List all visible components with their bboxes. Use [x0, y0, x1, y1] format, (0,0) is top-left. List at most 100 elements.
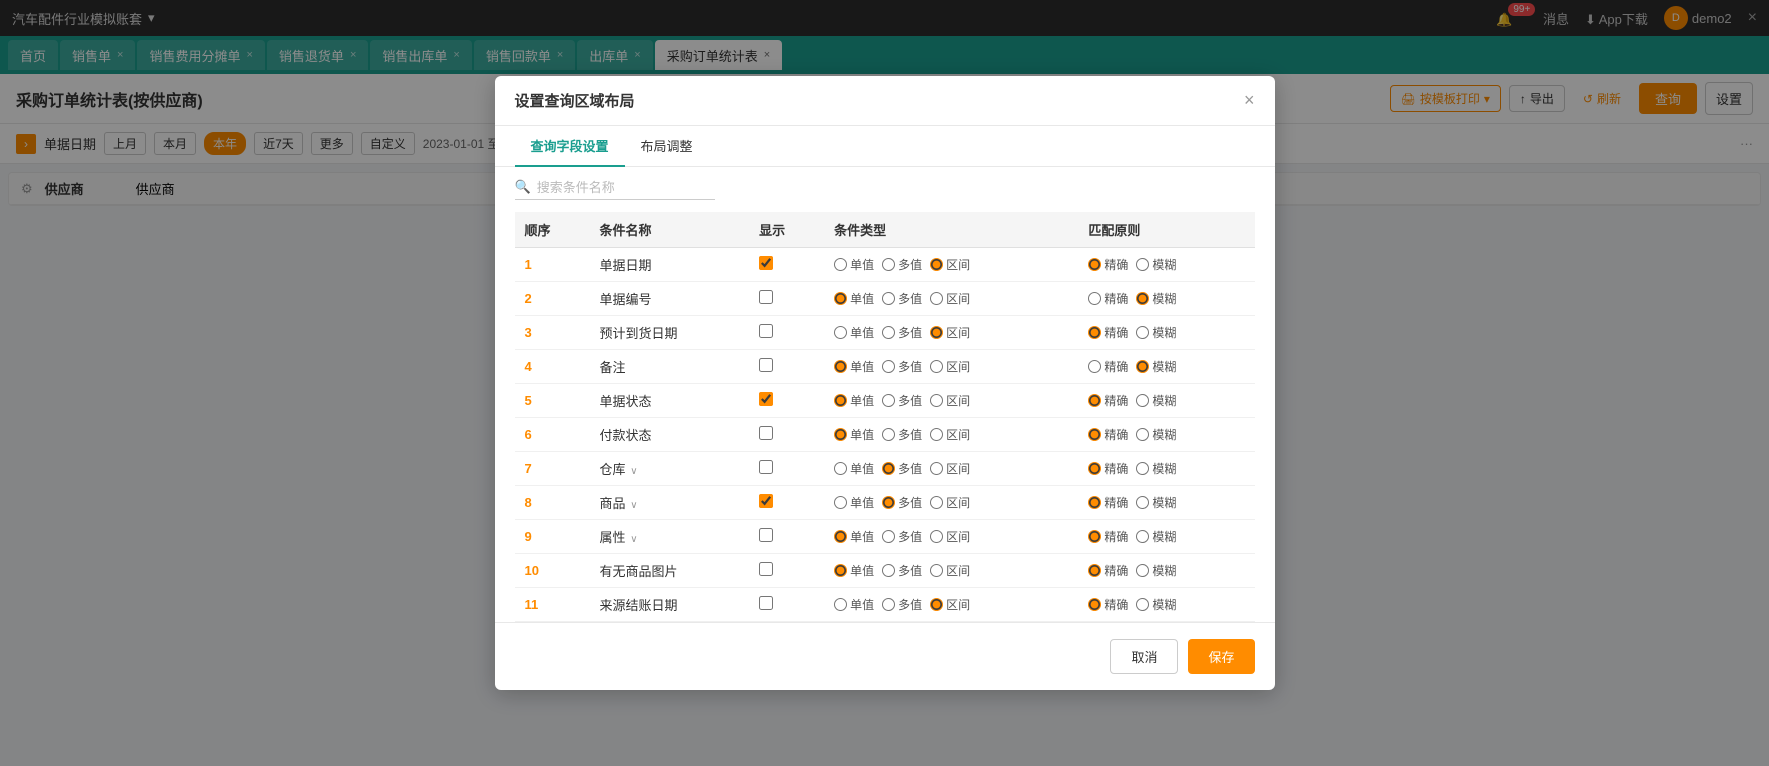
- row-number-value: 6: [525, 427, 532, 442]
- condition-type-range[interactable]: 区间: [930, 324, 970, 341]
- condition-type-range[interactable]: 区间: [930, 358, 970, 375]
- match-exact[interactable]: 精确: [1088, 494, 1128, 511]
- condition-type-multi[interactable]: 多值: [882, 596, 922, 613]
- match-fuzzy[interactable]: 模糊: [1136, 460, 1176, 477]
- condition-type-multi[interactable]: 多值: [882, 392, 922, 409]
- row-number: 8: [515, 486, 590, 520]
- condition-type-range[interactable]: 区间: [930, 460, 970, 477]
- condition-type-single[interactable]: 单值: [834, 562, 874, 579]
- match-fuzzy[interactable]: 模糊: [1136, 562, 1176, 579]
- condition-type-single[interactable]: 单值: [834, 426, 874, 443]
- display-checkbox[interactable]: [759, 562, 773, 576]
- cancel-button[interactable]: 取消: [1110, 639, 1178, 674]
- condition-type-single[interactable]: 单值: [834, 460, 874, 477]
- row-number: 10: [515, 554, 590, 588]
- match-fuzzy[interactable]: 模糊: [1136, 426, 1176, 443]
- match-exact[interactable]: 精确: [1088, 596, 1128, 613]
- row-condition-name: 来源结账日期: [589, 588, 749, 622]
- row-match-cell: 精确模糊: [1078, 316, 1254, 350]
- condition-type-range[interactable]: 区间: [930, 290, 970, 307]
- display-checkbox[interactable]: [759, 426, 773, 440]
- row-condition-type-cell: 单值多值区间: [824, 248, 1078, 282]
- row-number-value: 5: [525, 393, 532, 408]
- match-exact[interactable]: 精确: [1088, 324, 1128, 341]
- condition-type-multi[interactable]: 多值: [882, 460, 922, 477]
- condition-type-range[interactable]: 区间: [930, 494, 970, 511]
- row-condition-type-cell: 单值多值区间: [824, 384, 1078, 418]
- condition-type-single[interactable]: 单值: [834, 392, 874, 409]
- display-checkbox[interactable]: [759, 460, 773, 474]
- match-exact[interactable]: 精确: [1088, 528, 1128, 545]
- row-number-value: 7: [525, 461, 532, 476]
- table-row: 10有无商品图片单值多值区间精确模糊: [515, 554, 1255, 588]
- row-number-value: 3: [525, 325, 532, 340]
- match-exact[interactable]: 精确: [1088, 426, 1128, 443]
- modal-close-button[interactable]: ×: [1244, 90, 1255, 111]
- condition-type-multi[interactable]: 多值: [882, 562, 922, 579]
- condition-type-single[interactable]: 单值: [834, 290, 874, 307]
- match-principle-group: 精确模糊: [1088, 358, 1244, 375]
- match-fuzzy[interactable]: 模糊: [1136, 256, 1176, 273]
- match-exact[interactable]: 精确: [1088, 358, 1128, 375]
- match-fuzzy[interactable]: 模糊: [1136, 324, 1176, 341]
- match-exact[interactable]: 精确: [1088, 460, 1128, 477]
- condition-type-single[interactable]: 单值: [834, 324, 874, 341]
- row-match-cell: 精确模糊: [1078, 554, 1254, 588]
- match-fuzzy[interactable]: 模糊: [1136, 290, 1176, 307]
- tab-layout-adjust[interactable]: 布局调整: [625, 126, 709, 167]
- row-display-cell: [749, 350, 824, 384]
- condition-type-range[interactable]: 区间: [930, 256, 970, 273]
- col-name: 条件名称: [589, 212, 749, 248]
- condition-type-multi[interactable]: 多值: [882, 358, 922, 375]
- match-exact[interactable]: 精确: [1088, 256, 1128, 273]
- condition-type-range[interactable]: 区间: [930, 528, 970, 545]
- search-input[interactable]: [537, 180, 697, 195]
- display-checkbox[interactable]: [759, 324, 773, 338]
- condition-type-group: 单值多值区间: [834, 290, 1068, 307]
- row-condition-name: 单据编号: [589, 282, 749, 316]
- condition-type-multi[interactable]: 多值: [882, 426, 922, 443]
- save-button[interactable]: 保存: [1188, 639, 1254, 674]
- display-checkbox[interactable]: [759, 256, 773, 270]
- match-fuzzy[interactable]: 模糊: [1136, 392, 1176, 409]
- display-checkbox[interactable]: [759, 358, 773, 372]
- match-exact[interactable]: 精确: [1088, 290, 1128, 307]
- row-condition-type-cell: 单值多值区间: [824, 418, 1078, 452]
- display-checkbox[interactable]: [759, 528, 773, 542]
- row-condition-type-cell: 单值多值区间: [824, 350, 1078, 384]
- condition-type-multi[interactable]: 多值: [882, 324, 922, 341]
- condition-type-single[interactable]: 单值: [834, 528, 874, 545]
- condition-type-range[interactable]: 区间: [930, 562, 970, 579]
- modal-title: 设置查询区域布局: [515, 90, 635, 111]
- match-exact[interactable]: 精确: [1088, 562, 1128, 579]
- condition-type-single[interactable]: 单值: [834, 494, 874, 511]
- match-fuzzy[interactable]: 模糊: [1136, 596, 1176, 613]
- condition-type-group: 单值多值区间: [834, 392, 1068, 409]
- match-fuzzy[interactable]: 模糊: [1136, 358, 1176, 375]
- match-fuzzy[interactable]: 模糊: [1136, 494, 1176, 511]
- row-condition-type-cell: 单值多值区间: [824, 452, 1078, 486]
- display-checkbox[interactable]: [759, 494, 773, 508]
- condition-type-range[interactable]: 区间: [930, 392, 970, 409]
- display-checkbox[interactable]: [759, 290, 773, 304]
- tab-query-fields[interactable]: 查询字段设置: [515, 126, 625, 167]
- condition-type-single[interactable]: 单值: [834, 596, 874, 613]
- condition-type-group: 单值多值区间: [834, 324, 1068, 341]
- condition-type-multi[interactable]: 多值: [882, 528, 922, 545]
- condition-type-multi[interactable]: 多值: [882, 256, 922, 273]
- match-exact[interactable]: 精确: [1088, 392, 1128, 409]
- display-checkbox[interactable]: [759, 596, 773, 610]
- col-order: 顺序: [515, 212, 590, 248]
- condition-type-multi[interactable]: 多值: [882, 494, 922, 511]
- display-checkbox[interactable]: [759, 392, 773, 406]
- condition-type-multi[interactable]: 多值: [882, 290, 922, 307]
- condition-type-single[interactable]: 单值: [834, 358, 874, 375]
- row-match-cell: 精确模糊: [1078, 282, 1254, 316]
- condition-type-range[interactable]: 区间: [930, 596, 970, 613]
- match-principle-group: 精确模糊: [1088, 256, 1244, 273]
- row-number: 5: [515, 384, 590, 418]
- condition-type-range[interactable]: 区间: [930, 426, 970, 443]
- modal-tabs: 查询字段设置 布局调整: [495, 126, 1275, 167]
- match-fuzzy[interactable]: 模糊: [1136, 528, 1176, 545]
- condition-type-single[interactable]: 单值: [834, 256, 874, 273]
